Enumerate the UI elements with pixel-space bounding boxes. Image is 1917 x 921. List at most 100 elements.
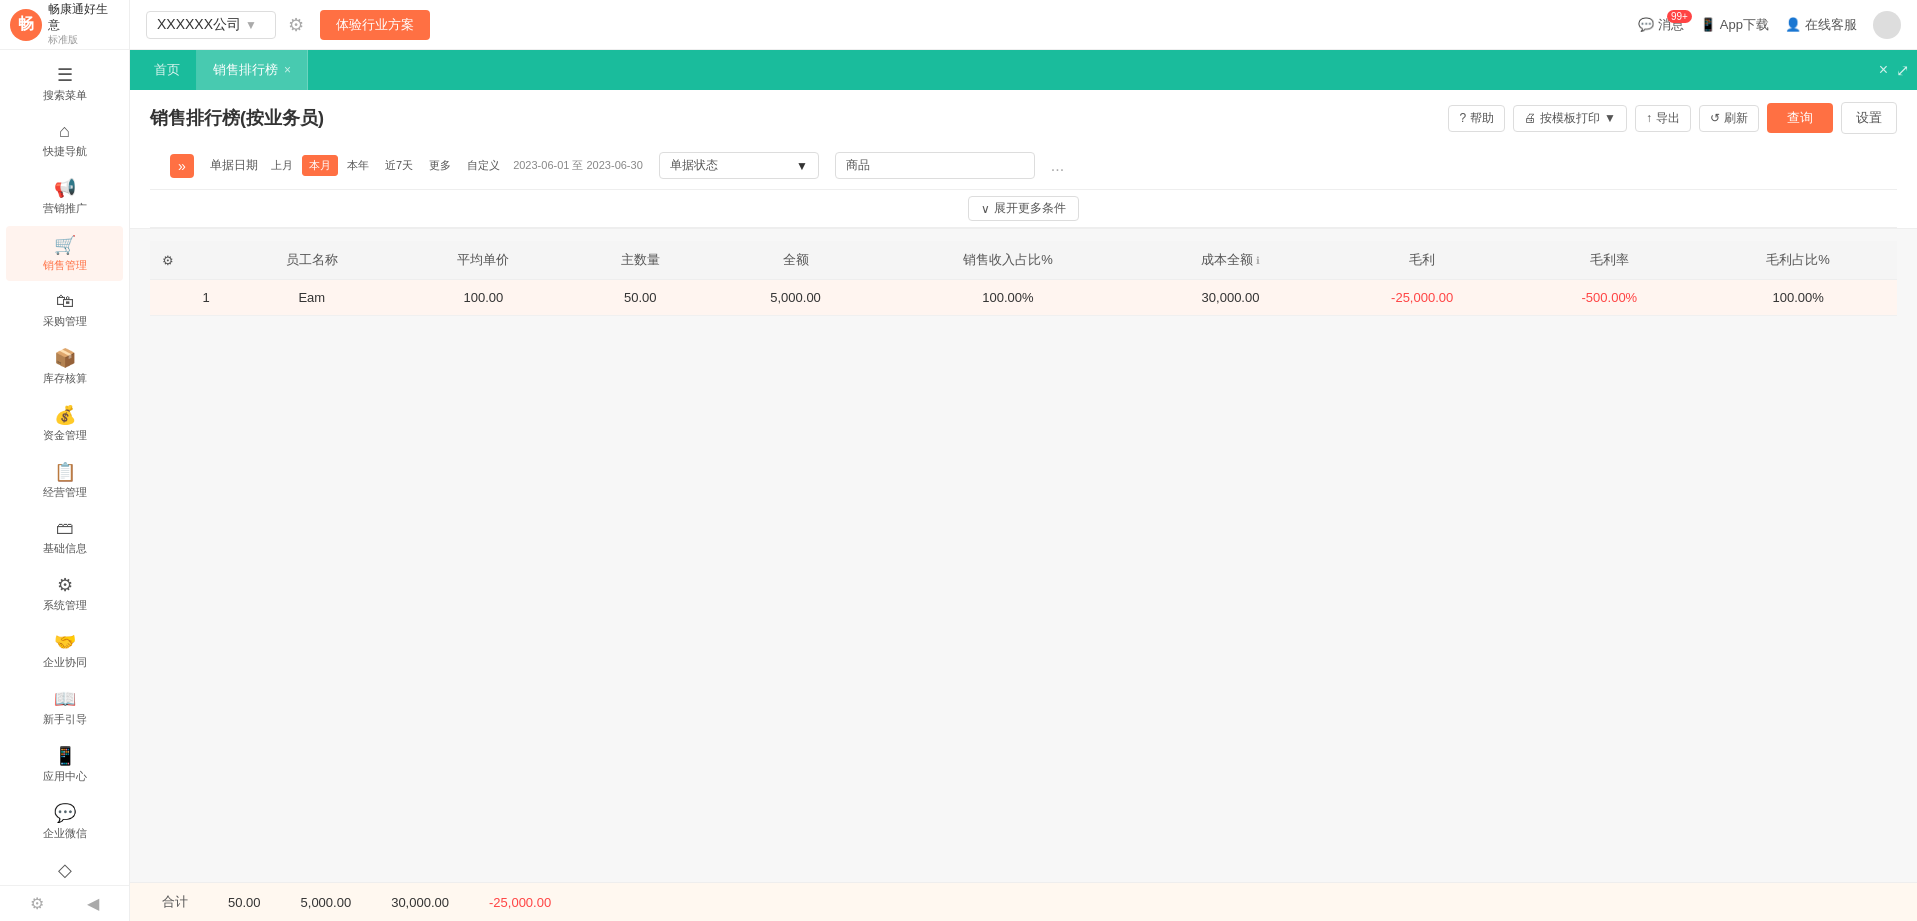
refresh-btn[interactable]: ↺ 刷新 [1699,105,1759,132]
company-name: XXXXXX公司 [157,16,241,34]
tab-home[interactable]: 首页 [138,50,197,90]
date-custom[interactable]: 自定义 [460,155,507,176]
print-icon: 🖨 [1524,111,1536,125]
trial-button[interactable]: 体验行业方案 [320,10,430,40]
sidebar-item-marketing[interactable]: 📢 营销推广 [6,169,123,224]
expand-row: ∨ 展开更多条件 [150,190,1897,228]
sidebar-item-purchase-mgmt[interactable]: 🛍 采购管理 [6,283,123,337]
row-gross-rate: -500.00% [1519,280,1699,316]
date-filter-group: 单据日期 上月 本月 本年 近7天 更多 自定义 2023-06-01 至 20… [210,155,643,176]
sidebar-label-basic-info: 基础信息 [43,541,87,556]
sidebar-item-enterprise-collab[interactable]: 🤝 企业协同 [6,623,123,678]
help-btn[interactable]: ? 帮助 [1448,105,1505,132]
table-container: ⚙ 员工名称 平均单价 主数量 全额 销售收入占比% 成本全额 ℹ 毛利 毛利率 [130,229,1917,882]
goods-filter[interactable]: 商品 [835,152,1035,179]
app-download-btn[interactable]: 📱 App下载 [1700,16,1769,34]
tab-sales-rank[interactable]: 销售排行榜 × [197,50,308,90]
footer-cost: 30,000.00 [391,895,449,910]
tab-bar-right: × ⤢ [1879,61,1909,80]
footer-amount: 5,000.00 [301,895,352,910]
beginner-guide-icon: 📖 [54,688,76,710]
table-row: 1 Eam 100.00 50.00 5,000.00 100.00% 30,0… [150,280,1897,316]
more-filter-dots[interactable]: ... [1051,157,1064,175]
sidebar-label-system-mgmt: 系统管理 [43,598,87,613]
sidebar-item-enterprise-wechat[interactable]: 💬 企业微信 [6,794,123,849]
sidebar-item-member[interactable]: ◇ 畅会员 [6,851,123,885]
date-current-year[interactable]: 本年 [340,155,376,176]
sidebar-item-shortcut-nav[interactable]: ⌂ 快捷导航 [6,113,123,167]
sidebar-settings-btn[interactable]: ⚙ [30,894,44,913]
sidebar-label-finance-mgmt: 资金管理 [43,428,87,443]
export-label: 导出 [1656,110,1680,127]
col-header-gross-rate: 毛利率 [1519,241,1699,280]
tab-bar: 首页 销售排行榜 × × ⤢ [130,50,1917,90]
query-button[interactable]: 查询 [1767,103,1833,133]
row-cost: 30,000.00 [1136,280,1325,316]
system-mgmt-icon: ⚙ [57,574,73,596]
inventory-check-icon: 📦 [54,347,76,369]
sidebar-item-ops-mgmt[interactable]: 📋 经营管理 [6,453,123,508]
message-badge: 99+ [1667,10,1692,23]
filter-toggle-btn[interactable]: » [170,154,194,178]
window-close-btn[interactable]: × [1879,61,1888,80]
enterprise-collab-icon: 🤝 [54,631,76,653]
tab-close-icon[interactable]: × [284,63,291,77]
col-header-settings[interactable]: ⚙ [150,241,186,280]
company-chevron-icon: ▼ [245,18,257,32]
sidebar-item-sales-mgmt[interactable]: 🛒 销售管理 [6,226,123,281]
top-header: XXXXXX公司 ▼ ⚙ 体验行业方案 💬 消息 99+ 📱 App下载 👤 在… [130,0,1917,50]
expand-conditions-btn[interactable]: ∨ 展开更多条件 [968,196,1079,221]
company-selector[interactable]: XXXXXX公司 ▼ [146,11,276,39]
sidebar-item-basic-info[interactable]: 🗃 基础信息 [6,510,123,564]
row-employee: Eam [226,280,398,316]
col-header-employee: 员工名称 [226,241,398,280]
settings-button[interactable]: 设置 [1841,102,1897,134]
message-btn[interactable]: 💬 消息 99+ [1638,16,1684,34]
sidebar-label-inventory-check: 库存核算 [43,371,87,386]
help-icon: ? [1459,111,1466,125]
date-range-display: 2023-06-01 至 2023-06-30 [513,158,643,173]
goods-filter-label: 商品 [846,157,870,174]
sidebar-label-enterprise-collab: 企业协同 [43,655,87,670]
status-filter[interactable]: 单据状态 ▼ [659,152,819,179]
export-btn[interactable]: ↑ 导出 [1635,105,1691,132]
sidebar-item-inventory-check[interactable]: 📦 库存核算 [6,339,123,394]
row-rank: 1 [186,280,226,316]
online-service-btn[interactable]: 👤 在线客服 [1785,16,1857,34]
date-more[interactable]: 更多 [422,155,458,176]
message-icon: 💬 [1638,17,1654,32]
logo-line1: 畅康通好生意 [48,2,119,33]
expand-label: 展开更多条件 [994,200,1066,217]
header-settings-icon[interactable]: ⚙ [288,14,304,36]
col-header-avg-price: 平均单价 [398,241,570,280]
logo-icon: 畅 [10,9,42,41]
sidebar-item-app-center[interactable]: 📱 应用中心 [6,737,123,792]
export-icon: ↑ [1646,111,1652,125]
template-print-btn[interactable]: 🖨 按模板打印 ▼ [1513,105,1627,132]
app-download-icon: 📱 [1700,17,1716,32]
sidebar-collapse-btn[interactable]: ◀ [87,894,99,913]
date-last-7[interactable]: 近7天 [378,155,420,176]
sidebar-item-system-mgmt[interactable]: ⚙ 系统管理 [6,566,123,621]
table-footer: 合计 50.00 5,000.00 30,000.00 -25,000.00 [130,882,1917,921]
logo-text-block: 畅康通好生意 标准版 [48,2,119,47]
page-title: 销售排行榜(按业务员) [150,106,324,130]
app-center-icon: 📱 [54,745,76,767]
app-download-label: App下载 [1720,16,1769,34]
row-gross-pct: 100.00% [1699,280,1897,316]
sidebar-item-beginner-guide[interactable]: 📖 新手引导 [6,680,123,735]
sidebar-label-shortcut-nav: 快捷导航 [43,144,87,159]
cost-info-icon[interactable]: ℹ [1256,255,1260,266]
logo-area: 畅 畅康通好生意 标准版 [0,0,129,50]
date-current-month[interactable]: 本月 [302,155,338,176]
sidebar-item-finance-mgmt[interactable]: 💰 资金管理 [6,396,123,451]
row-settings [150,280,186,316]
sidebar-item-search-order[interactable]: ☰ 搜索菜单 [6,56,123,111]
sidebar-label-app-center: 应用中心 [43,769,87,784]
sidebar-label-ops-mgmt: 经营管理 [43,485,87,500]
window-expand-btn[interactable]: ⤢ [1896,61,1909,80]
col-header-amount: 全额 [711,241,879,280]
date-last-month[interactable]: 上月 [264,155,300,176]
status-dropdown-icon: ▼ [796,159,808,173]
filter-toggle-icon: » [178,158,186,174]
